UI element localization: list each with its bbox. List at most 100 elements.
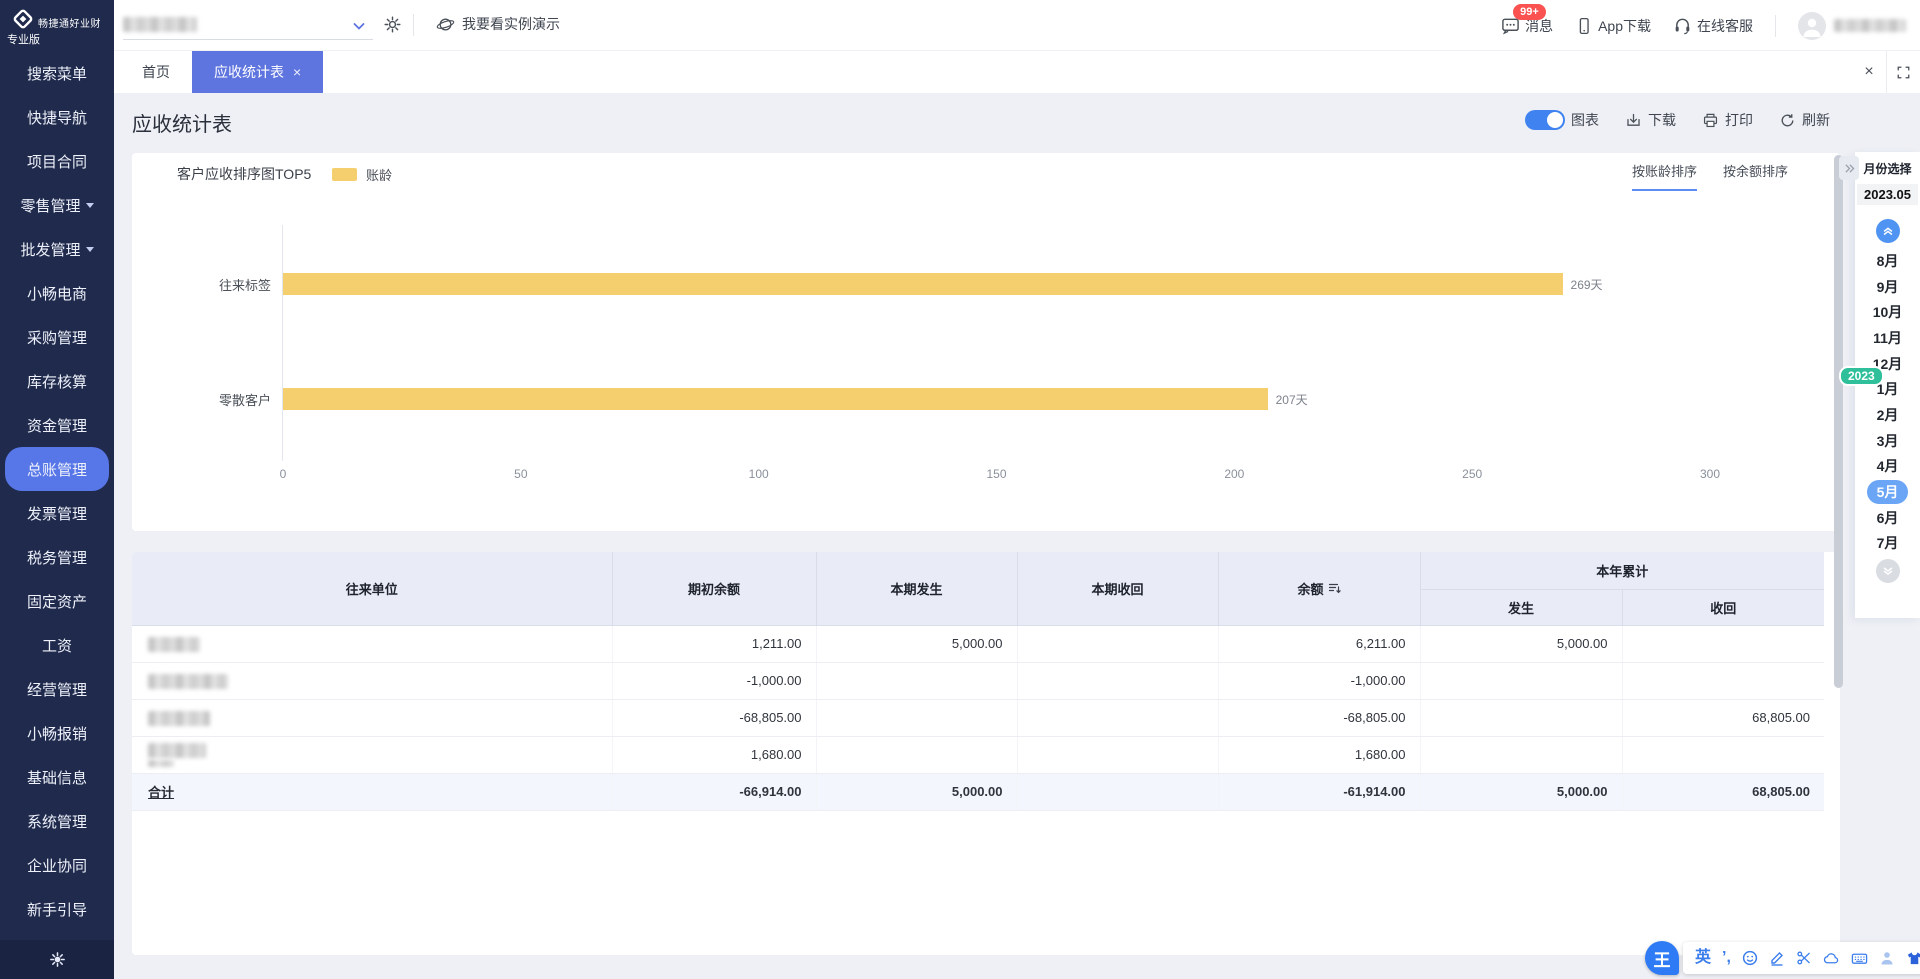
sidebar-item[interactable]: 批发管理 [5, 227, 109, 271]
receivables-table: 往来单位 期初余额 本期发生 本期收回 余额 本年累计 [132, 552, 1824, 811]
bar[interactable] [283, 388, 1268, 410]
sidebar-item[interactable]: 采购管理 [5, 315, 109, 359]
cloud-icon[interactable] [1823, 950, 1840, 967]
customer-name-redacted [148, 743, 206, 758]
bar[interactable] [283, 273, 1563, 295]
topbar-right: 99+ 消息 App下载 在线客服 [1501, 0, 1906, 51]
month-selector-panel: 月份选择 2023.05 8月 9月 10月 11月 12月 1月 2月 3月 … [1855, 152, 1920, 618]
month-item[interactable]: 7月 [1855, 531, 1920, 557]
sidebar-item[interactable]: 零售管理 [5, 183, 109, 227]
sidebar-item[interactable]: 小畅报销 [5, 711, 109, 755]
customer-name-redacted [148, 637, 200, 652]
user-profile-icon[interactable] [1879, 950, 1895, 966]
table-total-row: 合计 -66,914.00 5,000.00 -61,914.00 5,000.… [132, 773, 1824, 810]
scroll-up-icon[interactable] [1876, 219, 1900, 243]
ime-tray: 英 ’, [1683, 942, 1920, 974]
handwriting-pen-icon[interactable] [1769, 950, 1785, 966]
ime-punctuation-icon[interactable]: ’, [1722, 950, 1731, 966]
month-item[interactable]: 4月 [1855, 454, 1920, 480]
sidebar-item[interactable]: 经营管理 [5, 667, 109, 711]
demo-link[interactable]: 我要看实例演示 [436, 14, 560, 34]
sidebar-item[interactable]: 总账管理 [5, 447, 109, 491]
chart-toggle[interactable] [1525, 110, 1565, 130]
scissors-icon[interactable] [1796, 950, 1812, 966]
month-item[interactable]: 9月 [1855, 274, 1920, 300]
keyboard-icon[interactable] [1851, 950, 1868, 967]
headset-icon [1673, 16, 1692, 35]
col-header-ytd-occur: 发生 [1420, 589, 1622, 625]
current-period[interactable]: 2023.05 [1857, 184, 1918, 205]
sidebar-item[interactable]: 基础信息 [5, 755, 109, 799]
print-button[interactable]: 打印 [1702, 110, 1753, 130]
sidebar-item[interactable]: 搜索菜单 [5, 51, 109, 95]
brand-logo-icon [11, 7, 35, 31]
brand-logo[interactable]: 畅捷通好业财 专业版 [0, 0, 114, 51]
x-axis-tick: 50 [514, 467, 527, 481]
sidebar-footer [0, 940, 114, 979]
fullscreen-icon[interactable] [1886, 51, 1920, 93]
table-row: 1,211.00 5,000.00 6,211.00 5,000.00 [132, 625, 1824, 662]
org-selector-dropdown[interactable] [123, 14, 373, 40]
org-name-redacted [123, 17, 197, 32]
collapse-panel-button[interactable] [1839, 156, 1859, 180]
month-item[interactable]: 10月 [1855, 299, 1920, 325]
month-item[interactable]: 2月 [1855, 402, 1920, 428]
x-axis-tick: 300 [1700, 467, 1720, 481]
sidebar-item[interactable]: 固定资产 [5, 579, 109, 623]
ime-language-icon[interactable]: 英 [1695, 950, 1711, 966]
tab-close-icon[interactable]: × [293, 65, 301, 79]
month-item[interactable]: 8月 [1855, 248, 1920, 274]
table-row: -1,000.00 -1,000.00 [132, 662, 1824, 699]
month-item[interactable]: 3月 [1855, 428, 1920, 454]
sort-icon[interactable] [1328, 582, 1341, 595]
month-item[interactable]: 11月 [1855, 325, 1920, 351]
sidebar-item[interactable]: 税务管理 [5, 535, 109, 579]
total-link[interactable]: 合计 [148, 785, 174, 800]
app-download-button[interactable]: App下载 [1575, 16, 1651, 36]
sidebar-item[interactable]: 快捷导航 [5, 95, 109, 139]
emoji-icon[interactable] [1742, 950, 1758, 966]
sidebar-item[interactable]: 新手引导 [5, 887, 109, 931]
bar-chart-plot: 往来标签 269天 零散客户 207天 0 50 100 150 200 250… [282, 225, 1710, 461]
user-menu[interactable] [1798, 12, 1906, 40]
ime-toolbar: 王 英 ’, [1645, 941, 1920, 975]
refresh-button[interactable]: 刷新 [1779, 110, 1830, 130]
gear-icon[interactable] [49, 951, 66, 968]
tab-receivables-report[interactable]: 应收统计表 × [192, 51, 323, 93]
month-item[interactable]: 5月 [1855, 479, 1920, 505]
planet-icon [436, 15, 455, 34]
sort-by-balance-tab[interactable]: 按余额排序 [1723, 161, 1788, 191]
sidebar-item[interactable]: 工资 [5, 623, 109, 667]
tab-home[interactable]: 首页 [120, 51, 192, 93]
messages-button[interactable]: 99+ 消息 [1501, 16, 1553, 36]
sidebar-item[interactable]: 企业协同 [5, 843, 109, 887]
vertical-scrollbar[interactable] [1834, 155, 1843, 688]
table-card: 往来单位 期初余额 本期发生 本期收回 余额 本年累计 [132, 552, 1840, 955]
sidebar-item[interactable]: 发票管理 [5, 491, 109, 535]
sidebar-item[interactable]: 资金管理 [5, 403, 109, 447]
sidebar-item[interactable]: 小畅电商 [5, 271, 109, 315]
download-icon [1625, 112, 1642, 129]
sort-by-age-tab[interactable]: 按账龄排序 [1632, 161, 1697, 191]
tabbar: 首页 应收统计表 × × [114, 51, 1920, 93]
month-item[interactable]: 6月 [1855, 505, 1920, 531]
chart-legend[interactable]: 账龄 [332, 165, 392, 184]
sidebar-menu: 搜索菜单 快捷导航 项目合同 零售管理 批发管理 小畅电商 采购管理 库存核算 … [0, 51, 114, 939]
close-icon[interactable]: × [1852, 51, 1886, 93]
bar-row: 零散客户 207天 [283, 388, 1710, 410]
sidebar-item[interactable]: 库存核算 [5, 359, 109, 403]
download-button[interactable]: 下载 [1625, 110, 1676, 130]
avatar [1798, 12, 1826, 40]
year-badge: 2023 [1839, 366, 1884, 386]
col-header-ytd-recv: 收回 [1622, 589, 1824, 625]
sidebar: 畅捷通好业财 专业版 搜索菜单 快捷导航 项目合同 零售管理 批发管理 小畅电商… [0, 0, 114, 979]
chevron-down-icon [86, 247, 94, 252]
settings-gear-icon[interactable] [383, 15, 402, 34]
ime-logo-icon[interactable]: 王 [1645, 941, 1679, 975]
sidebar-item[interactable]: 系统管理 [5, 799, 109, 843]
sidebar-item[interactable]: 项目合同 [5, 139, 109, 183]
skin-shirt-icon[interactable] [1906, 950, 1920, 967]
online-support-button[interactable]: 在线客服 [1673, 16, 1753, 36]
scroll-down-icon[interactable] [1876, 559, 1900, 583]
chevron-down-icon [86, 203, 94, 208]
